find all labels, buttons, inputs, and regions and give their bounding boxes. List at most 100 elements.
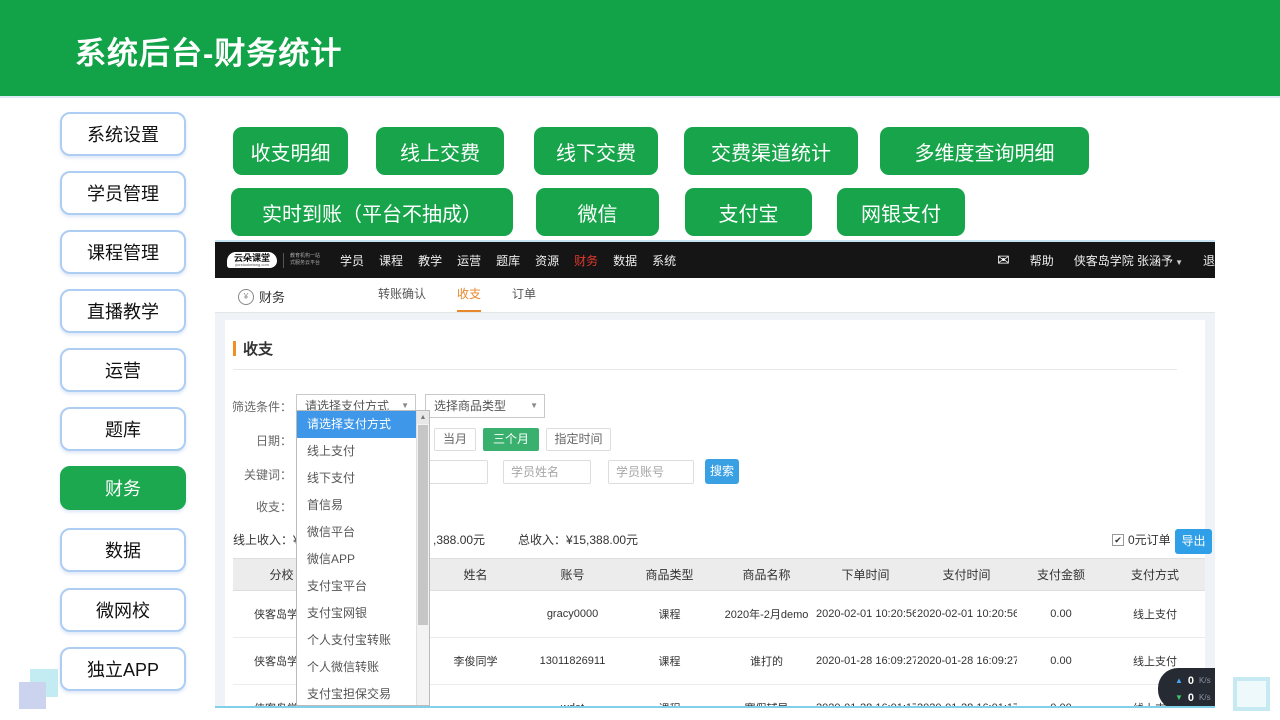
sidebar-item-system-settings[interactable]: 系统设置 — [60, 112, 186, 156]
dropdown-option[interactable]: 支付宝网银 — [297, 600, 429, 627]
dropdown-option[interactable]: 请选择支付方式 — [297, 411, 429, 438]
table-cell: 线上支付 — [1105, 591, 1205, 638]
tab-income-expense[interactable]: 收支 — [457, 278, 481, 312]
sidebar-item-label: 题库 — [105, 416, 141, 442]
table-cell: 李俊同学 — [427, 638, 524, 685]
dropdown-option[interactable]: 支付宝担保交易 — [297, 681, 429, 708]
feature-button-channel-stats[interactable]: 交费渠道统计 — [684, 127, 858, 175]
dropdown-option[interactable]: 线下支付 — [297, 465, 429, 492]
sidebar-item-live-teaching[interactable]: 直播教学 — [60, 289, 186, 333]
dropdown-option[interactable]: 首信易 — [297, 492, 429, 519]
sidebar-item-micro-school[interactable]: 微网校 — [60, 588, 186, 632]
date-button-current-month[interactable]: 当月 — [434, 428, 476, 451]
date-button-three-months[interactable]: 三个月 — [483, 428, 539, 451]
sidebar-item-standalone-app[interactable]: 独立APP — [60, 647, 186, 691]
dropdown-option[interactable]: 微信平台 — [297, 519, 429, 546]
column-header: 商品类型 — [621, 559, 718, 591]
dropdown-scrollbar[interactable]: ▲ — [416, 411, 429, 705]
nav-item-resources[interactable]: 资源 — [535, 252, 559, 269]
feature-button-multi-dimension-query[interactable]: 多维度查询明细 — [880, 127, 1089, 175]
column-header: 支付金额 — [1017, 559, 1105, 591]
page: 系统后台-财务统计 系统设置 学员管理 课程管理 直播教学 运营 题库 财务 数… — [0, 0, 1280, 720]
section-finance: ¥ 财务 — [238, 287, 285, 306]
chevron-down-icon: ▼ — [1175, 258, 1183, 267]
mail-icon[interactable]: ✉ — [997, 251, 1010, 269]
feature-button-netbank[interactable]: 网银支付 — [837, 188, 965, 236]
feature-button-wechat[interactable]: 微信 — [536, 188, 659, 236]
nav-item-data[interactable]: 数据 — [613, 252, 637, 269]
chevron-down-icon: ▼ — [530, 395, 538, 417]
sidebar-item-finance[interactable]: 财务 — [60, 466, 186, 510]
logout-link[interactable]: 退 — [1203, 252, 1215, 269]
payment-method-dropdown: 请选择支付方式 线上支付 线下支付 首信易 微信平台 微信APP 支付宝平台 支… — [296, 410, 430, 706]
navbar-right: ✉ 帮助 侠客岛学院 张涵予▼ 退 — [997, 251, 1215, 269]
table-cell: 2020-01-28 16:09:27 — [815, 638, 916, 685]
decorative-square-lavender — [19, 682, 46, 709]
nav-item-operations[interactable]: 运营 — [457, 252, 481, 269]
sidebar-item-operations[interactable]: 运营 — [60, 348, 186, 392]
cloud-logo-icon: 云朵课堂 yunduoketang.com — [227, 252, 277, 269]
sidebar-item-course-management[interactable]: 课程管理 — [60, 230, 186, 274]
sidebar-item-label: 学员管理 — [87, 180, 159, 206]
tab-transfer-confirm[interactable]: 转账确认 — [378, 278, 426, 310]
nav-item-system[interactable]: 系统 — [652, 252, 676, 269]
dropdown-option[interactable]: 微信APP — [297, 546, 429, 573]
admin-navbar: 云朵课堂 yunduoketang.com 教育机构一站 式服务云平台 学员 课… — [215, 242, 1215, 278]
sidebar-item-student-management[interactable]: 学员管理 — [60, 171, 186, 215]
search-button[interactable]: 搜索 — [705, 459, 739, 484]
scrollbar-thumb[interactable] — [418, 425, 428, 625]
upload-arrow-icon: ▲ — [1175, 676, 1183, 685]
sidebar-item-label: 课程管理 — [87, 239, 159, 265]
nav-item-courses[interactable]: 课程 — [379, 252, 403, 269]
product-select-value: 选择商品类型 — [434, 399, 506, 413]
inout-label: 收支： — [220, 498, 292, 515]
date-button-custom-time[interactable]: 指定时间 — [546, 428, 611, 451]
sidebar-item-data[interactable]: 数据 — [60, 528, 186, 572]
download-speed-unit: K/s — [1199, 693, 1211, 702]
filter-condition-label: 筛选条件： — [220, 398, 292, 415]
dropdown-option[interactable]: 个人微信转账 — [297, 654, 429, 681]
table-cell: 课程 — [621, 638, 718, 685]
feature-button-online-payment[interactable]: 线上交费 — [376, 127, 504, 175]
feature-button-alipay[interactable]: 支付宝 — [685, 188, 812, 236]
sidebar-item-label: 直播教学 — [87, 298, 159, 324]
download-arrow-icon: ▼ — [1175, 693, 1183, 702]
nav-item-teaching[interactable]: 教学 — [418, 252, 442, 269]
dropdown-option[interactable]: 支付宝平台 — [297, 573, 429, 600]
feature-button-offline-payment[interactable]: 线下交费 — [534, 127, 658, 175]
table-cell: 0.00 — [1017, 591, 1105, 638]
student-name-input[interactable] — [503, 460, 591, 484]
card-section-title: 收支 — [233, 338, 273, 359]
help-link[interactable]: 帮助 — [1030, 252, 1054, 269]
feature-button-realtime-settlement[interactable]: 实时到账（平台不抽成） — [231, 188, 513, 236]
column-header: 下单时间 — [815, 559, 916, 591]
scroll-up-icon[interactable]: ▲ — [417, 411, 429, 424]
column-header: 商品名称 — [718, 559, 815, 591]
tab-orders[interactable]: 订单 — [512, 278, 536, 310]
sidebar-item-label: 数据 — [105, 537, 141, 563]
product-type-select[interactable]: 选择商品类型 ▼ — [425, 394, 545, 418]
network-speed-widget[interactable]: ▲ 0 K/s ▼ 0 K/s — [1158, 668, 1215, 708]
table-cell — [427, 591, 524, 638]
feature-button-income-expense-detail[interactable]: 收支明细 — [233, 127, 348, 175]
nav-item-students[interactable]: 学员 — [340, 252, 364, 269]
sidebar-item-label: 独立APP — [87, 656, 159, 682]
student-account-input[interactable] — [608, 460, 694, 484]
table-cell: 课程 — [621, 685, 718, 709]
decorative-square-outline — [1233, 677, 1270, 711]
user-menu[interactable]: 侠客岛学院 张涵予▼ — [1074, 252, 1183, 269]
table-cell: 2020-01-28 16:09:27 — [916, 638, 1017, 685]
nav-item-finance[interactable]: 财务 — [574, 252, 598, 269]
table-cell: 0.00 — [1017, 685, 1105, 709]
table-cell: 13011826911 — [524, 638, 621, 685]
nav-item-question-bank[interactable]: 题库 — [496, 252, 520, 269]
zero-order-checkbox[interactable]: ✔ 0元订单 — [1112, 531, 1171, 548]
finance-coin-icon: ¥ — [238, 289, 254, 305]
column-header: 账号 — [524, 559, 621, 591]
dropdown-option[interactable]: 个人支付宝转账 — [297, 627, 429, 654]
logo[interactable]: 云朵课堂 yunduoketang.com 教育机构一站 式服务云平台 — [227, 252, 320, 269]
export-button[interactable]: 导出 — [1175, 529, 1212, 554]
sidebar-item-question-bank[interactable]: 题库 — [60, 407, 186, 451]
table-cell: gracy0000 — [524, 591, 621, 638]
dropdown-option[interactable]: 线上支付 — [297, 438, 429, 465]
